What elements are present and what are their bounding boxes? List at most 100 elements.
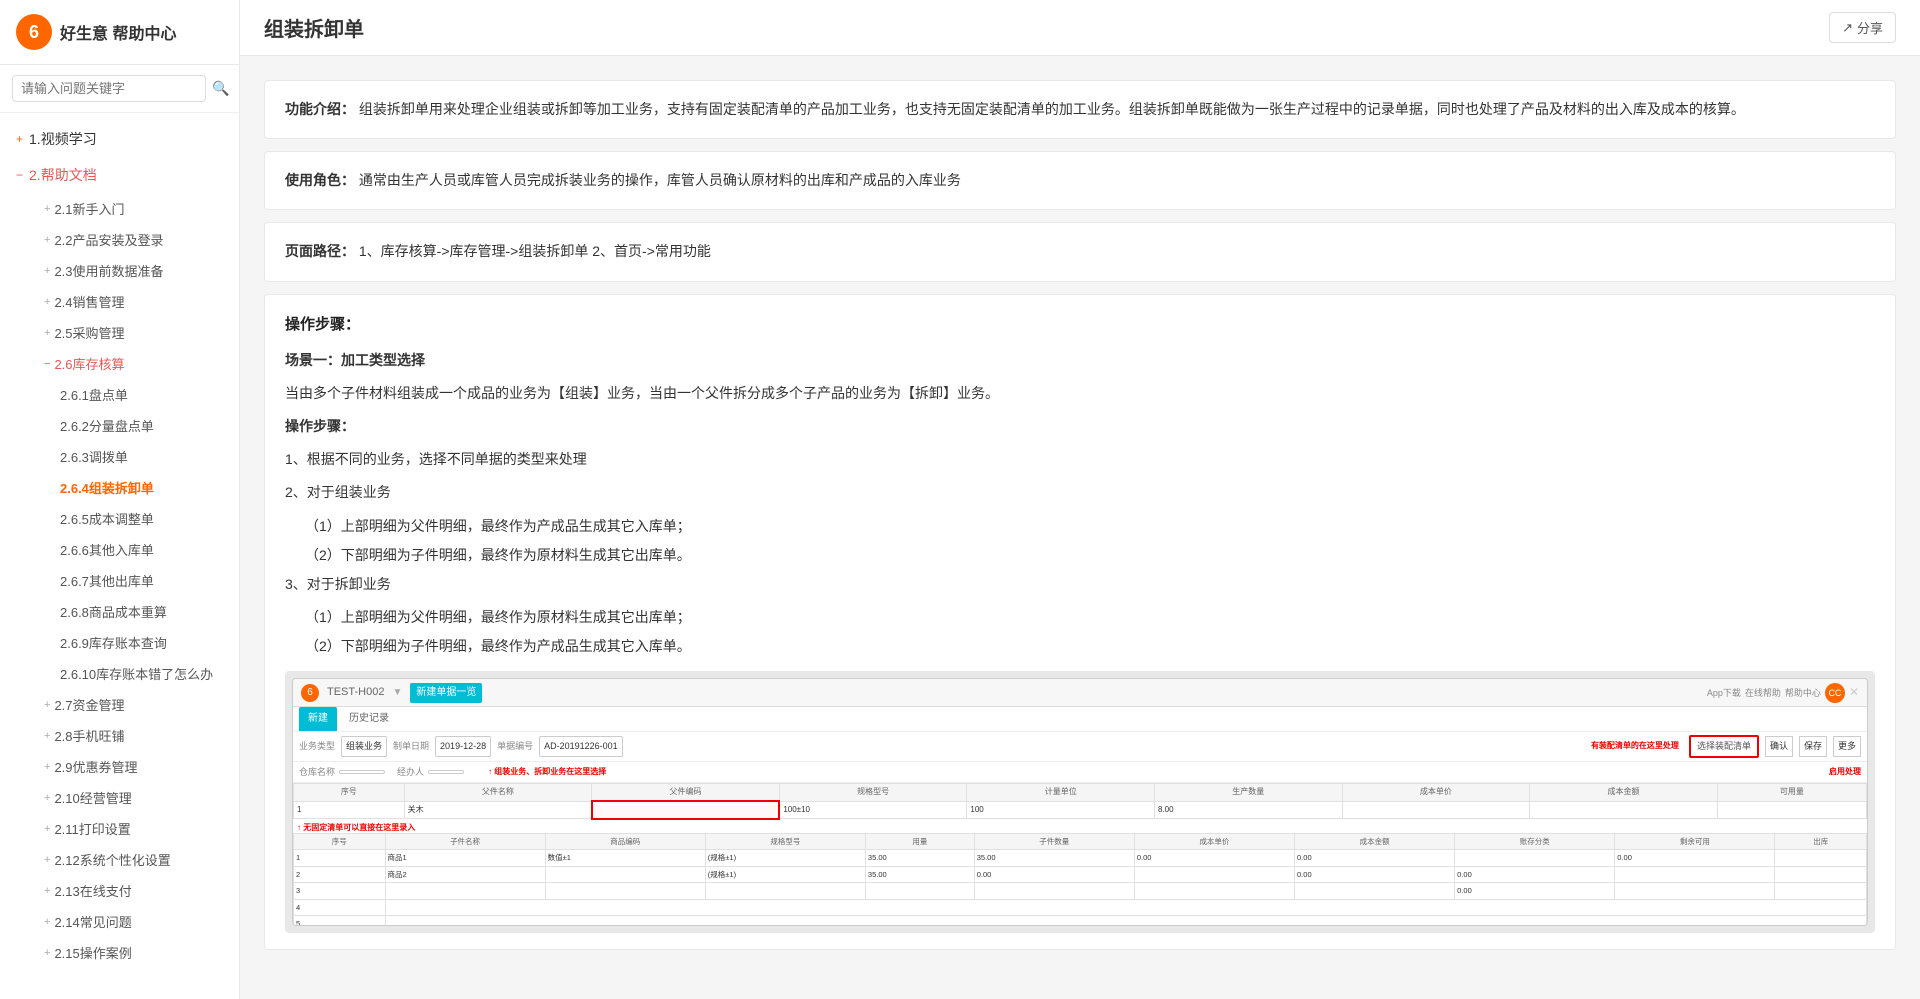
btd-r2-6: 0.00 [974,866,1134,883]
sidebar-item-2-10[interactable]: + 2.10经营管理 [28,782,239,813]
sidebar-item-2-15[interactable]: + 2.15操作案例 [28,937,239,968]
th-unit: 计量单位 [967,783,1155,801]
sidebar-item-2-4[interactable]: + 2.4销售管理 [28,286,239,317]
search-icon[interactable]: 🔍 [212,80,229,97]
bth-2: 子件名称 [385,833,545,850]
ops-steps-title: 操作步骤： [285,414,1875,439]
btd-r3-8 [1295,883,1455,900]
sidebar-item-2-8[interactable]: + 2.8手机旺铺 [28,720,239,751]
sidebar-item-2-1[interactable]: + 2.1新手入门 [28,193,239,224]
bth-1: 序号 [294,833,386,850]
sim-select-bom: 选择装配清单 [1689,735,1759,757]
btd-r3-1: 3 [294,883,386,900]
plus-icon: + [44,947,50,959]
sidebar-item-label: 2.1新手入门 [54,199,124,218]
sidebar-item-2-6-4[interactable]: 2.6.4组装拆卸单 [44,472,239,503]
td-name: 关木 [404,801,592,818]
btd-r2-4: (规格±1) [705,866,865,883]
bth-9: 账存分类 [1455,833,1615,850]
sidebar-item-label: 2.10经营管理 [54,788,131,807]
sidebar-item-video-learning[interactable]: + 1.视频学习 [0,121,239,157]
sidebar-item-label: 2.11打印设置 [54,819,130,838]
sidebar-item-label: 2.5采购管理 [54,323,124,342]
share-button[interactable]: ↗ 分享 [1829,12,1896,43]
btd-r4-rest [385,899,1867,916]
sim-label2: 经办人 [397,764,424,780]
btd-r3-2 [385,883,545,900]
sidebar-item-help-docs[interactable]: − 2.帮助文档 [0,157,239,193]
sidebar-item-2-6-8[interactable]: 2.6.8商品成本重算 [44,596,239,627]
sim-logo: 6 [301,684,319,702]
sidebar-item-2-6-9[interactable]: 2.6.9库存账本查询 [44,627,239,658]
sim-btn-new: 新建单据一览 [410,683,482,703]
sim-company: TEST-H002 [327,683,384,703]
sidebar-item-2-12[interactable]: + 2.12系统个性化设置 [28,844,239,875]
td-1: 1 [294,801,405,818]
btd-r1-10: 0.00 [1615,850,1775,867]
bth-3: 商品编码 [545,833,705,850]
sidebar-item-label: 2.8手机旺铺 [54,726,124,745]
bth-4: 规格型号 [705,833,865,850]
nav-list: + 1.视频学习 − 2.帮助文档 + 2.1新手入门 + 2.2产品安装及登录 [0,113,239,999]
sim-form-date-val: 2019-12-28 [435,736,491,756]
sim-form-no-label: 单据编号 [497,738,533,754]
sidebar-item-2-6-7[interactable]: 2.6.7其他出库单 [44,565,239,596]
path-block: 页面路径： 1、库存核算->库存管理->组装拆卸单 2、首页->常用功能 [264,222,1896,281]
sidebar-item-label: 2.3使用前数据准备 [54,261,163,280]
step2-2: （2）下部明细为子件明细，最终作为原材料生成其它出库单。 [285,543,1875,568]
btd-r3-3 [545,883,705,900]
sim-form-type-label: 业务类型 [299,738,335,754]
bth-11: 出库 [1775,833,1867,850]
plus-icon: + [44,265,50,277]
sidebar-item-2-13[interactable]: + 2.13在线支付 [28,875,239,906]
sidebar-item-label: 2.15操作案例 [54,943,131,962]
sidebar-item-2-14[interactable]: + 2.14常见问题 [28,906,239,937]
btd-r2-2: 商品2 [385,866,545,883]
plus-icon: + [44,327,50,339]
sim-close-icon: ✕ [1849,682,1859,704]
sidebar-item-2-6-5[interactable]: 2.6.5成本调整单 [44,503,239,534]
main-area: 组装拆卸单 ↗ 分享 功能介绍： 组装拆卸单用来处理企业组装或拆卸等加工业务，支… [240,0,1920,999]
path-text: 1、库存核算->库存管理->组装拆卸单 2、首页->常用功能 [359,243,711,259]
sidebar-sub-items-2: + 2.1新手入门 + 2.2产品安装及登录 + 2.3使用前数据准备 + 2.… [0,193,239,968]
logo-icon: 6 [16,14,52,50]
th-avail: 可用量 [1717,783,1866,801]
sidebar-item-2-6-3[interactable]: 2.6.3调拨单 [44,441,239,472]
sidebar-item-2-6-2[interactable]: 2.6.2分量盘点单 [44,410,239,441]
sidebar-item-2-6-1[interactable]: 2.6.1盘点单 [44,379,239,410]
sidebar-item-2-7[interactable]: + 2.7资金管理 [28,689,239,720]
annotation-1: 有装配清单的在这里处理 [1591,739,1679,753]
plus-icon: + [44,234,50,246]
sidebar-item-2-9[interactable]: + 2.9优惠券管理 [28,751,239,782]
content-area: 功能介绍： 组装拆卸单用来处理企业组装或拆卸等加工业务，支持有固定装配清单的产品… [240,56,1920,999]
sidebar-item-label: 2.12系统个性化设置 [54,850,170,869]
sidebar-item-2-5[interactable]: + 2.5采购管理 [28,317,239,348]
th-qty: 生产数量 [1155,783,1343,801]
btd-r5-1: 5 [294,916,386,927]
sidebar-item-2-11[interactable]: + 2.11打印设置 [28,813,239,844]
th-spec: 规格型号 [779,783,967,801]
sim-apps-label: App下载 [1707,685,1741,701]
bth-6: 子件数量 [974,833,1134,850]
sidebar-item-label: 1.视频学习 [29,129,97,149]
sidebar-item-2-3[interactable]: + 2.3使用前数据准备 [28,255,239,286]
sidebar-item-2-6-10[interactable]: 2.6.10库存账本错了怎么办 [44,658,239,689]
nav-group-1: + 1.视频学习 [0,121,239,157]
sidebar-item-label: 2.6库存核算 [54,354,124,373]
sidebar-item-2-6-6[interactable]: 2.6.6其他入库单 [44,534,239,565]
sim-tab-new: 新建 [299,707,337,731]
td-unit: 100 [967,801,1155,818]
minus-icon: − [16,168,23,182]
bth-5: 用量 [865,833,974,850]
search-input[interactable] [12,75,206,102]
share-icon: ↗ [1842,20,1853,36]
sidebar-item-2-2[interactable]: + 2.2产品安装及登录 [28,224,239,255]
bth-7: 成本单价 [1134,833,1294,850]
sim-tab-history: 历史记录 [341,708,397,730]
btd-r2-10 [1615,866,1775,883]
page-title: 组装拆卸单 [264,13,364,42]
sidebar-item-label: 2.13在线支付 [54,881,131,900]
func-intro-block: 功能介绍： 组装拆卸单用来处理企业组装或拆卸等加工业务，支持有固定装配清单的产品… [264,80,1896,139]
sidebar-item-2-6[interactable]: − 2.6库存核算 [28,348,239,379]
btd-r3-6 [974,883,1134,900]
